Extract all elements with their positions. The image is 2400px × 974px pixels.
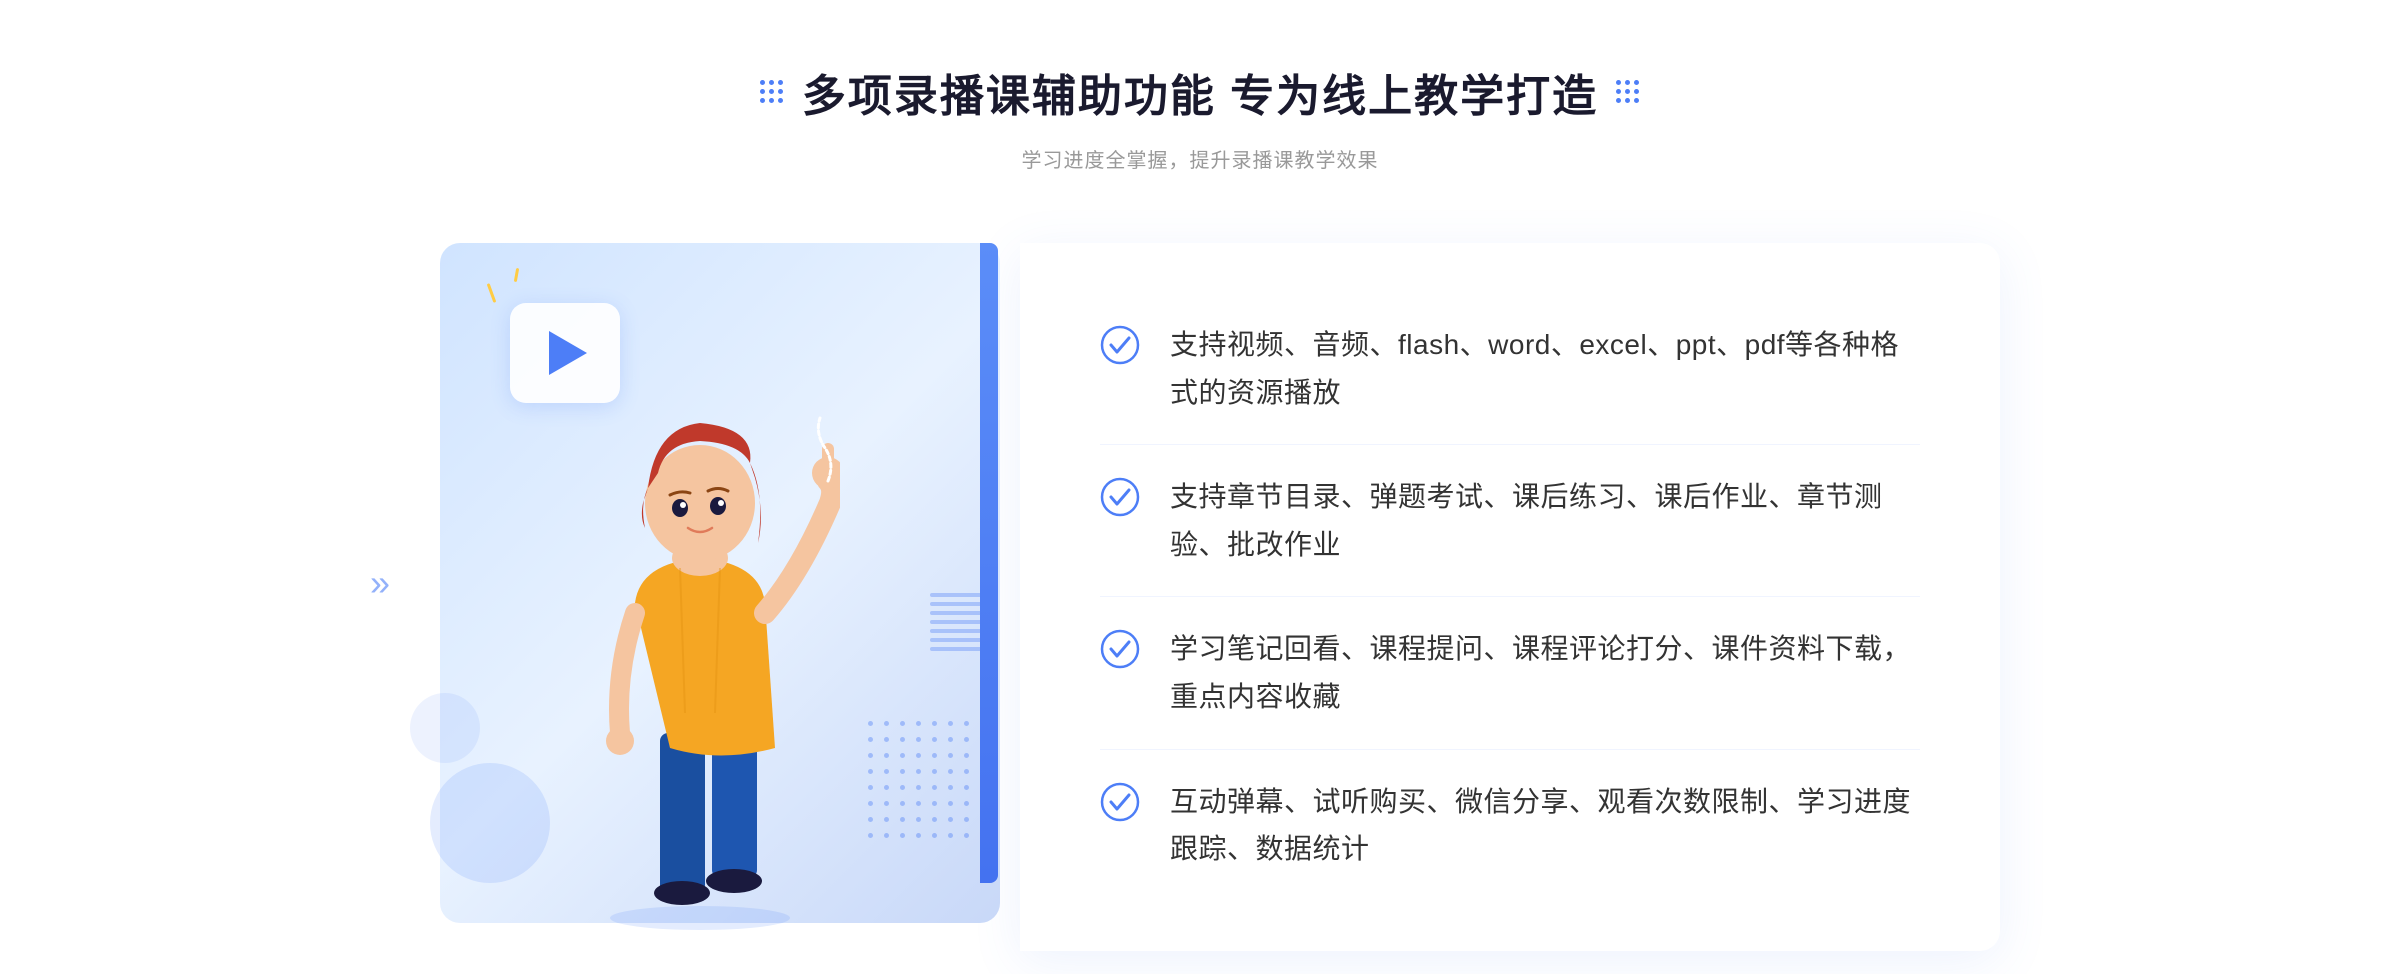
figure-illustration: [480, 353, 860, 933]
page-title: 多项录播课辅助功能 专为线上教学打造: [802, 60, 1598, 124]
feature-text-1: 支持视频、音频、flash、word、excel、ppt、pdf等各种格式的资源…: [1170, 321, 1920, 416]
deco-circle-2: [410, 693, 480, 763]
illustration-area: »: [400, 223, 1020, 943]
feature-item-2: 支持章节目录、弹题考试、课后练习、课后作业、章节测验、批改作业: [1100, 445, 1920, 597]
accent-bar: [980, 243, 998, 883]
check-icon-3: [1100, 629, 1140, 669]
feature-item-3: 学习笔记回看、课程提问、课程评论打分、课件资料下载，重点内容收藏: [1100, 597, 1920, 749]
feature-text-2: 支持章节目录、弹题考试、课后练习、课后作业、章节测验、批改作业: [1170, 473, 1920, 568]
feature-item-4: 互动弹幕、试听购买、微信分享、观看次数限制、学习进度跟踪、数据统计: [1100, 750, 1920, 901]
content-section: » 支持视频、音频、flash、word、excel、ppt、pdf等各种格式的…: [400, 223, 2000, 951]
feature-text-4: 互动弹幕、试听购买、微信分享、观看次数限制、学习进度跟踪、数据统计: [1170, 778, 1920, 873]
dots-pattern: [868, 721, 990, 843]
left-chevrons-icon: »: [370, 562, 390, 604]
title-dots-right: [1616, 80, 1640, 104]
features-card: 支持视频、音频、flash、word、excel、ppt、pdf等各种格式的资源…: [1020, 243, 2000, 951]
page-subtitle: 学习进度全掌握，提升录播课教学效果: [1022, 144, 1379, 173]
title-row: 多项录播课辅助功能 专为线上教学打造: [760, 60, 1640, 124]
check-icon-2: [1100, 477, 1140, 517]
feature-item-1: 支持视频、音频、flash、word、excel、ppt、pdf等各种格式的资源…: [1100, 293, 1920, 445]
title-dots-left: [760, 80, 784, 104]
header-section: 多项录播课辅助功能 专为线上教学打造 学习进度全掌握，提升录播课教学效果: [0, 60, 2400, 173]
check-icon-4: [1100, 782, 1140, 822]
check-icon-1: [1100, 325, 1140, 365]
feature-text-3: 学习笔记回看、课程提问、课程评论打分、课件资料下载，重点内容收藏: [1170, 625, 1920, 720]
